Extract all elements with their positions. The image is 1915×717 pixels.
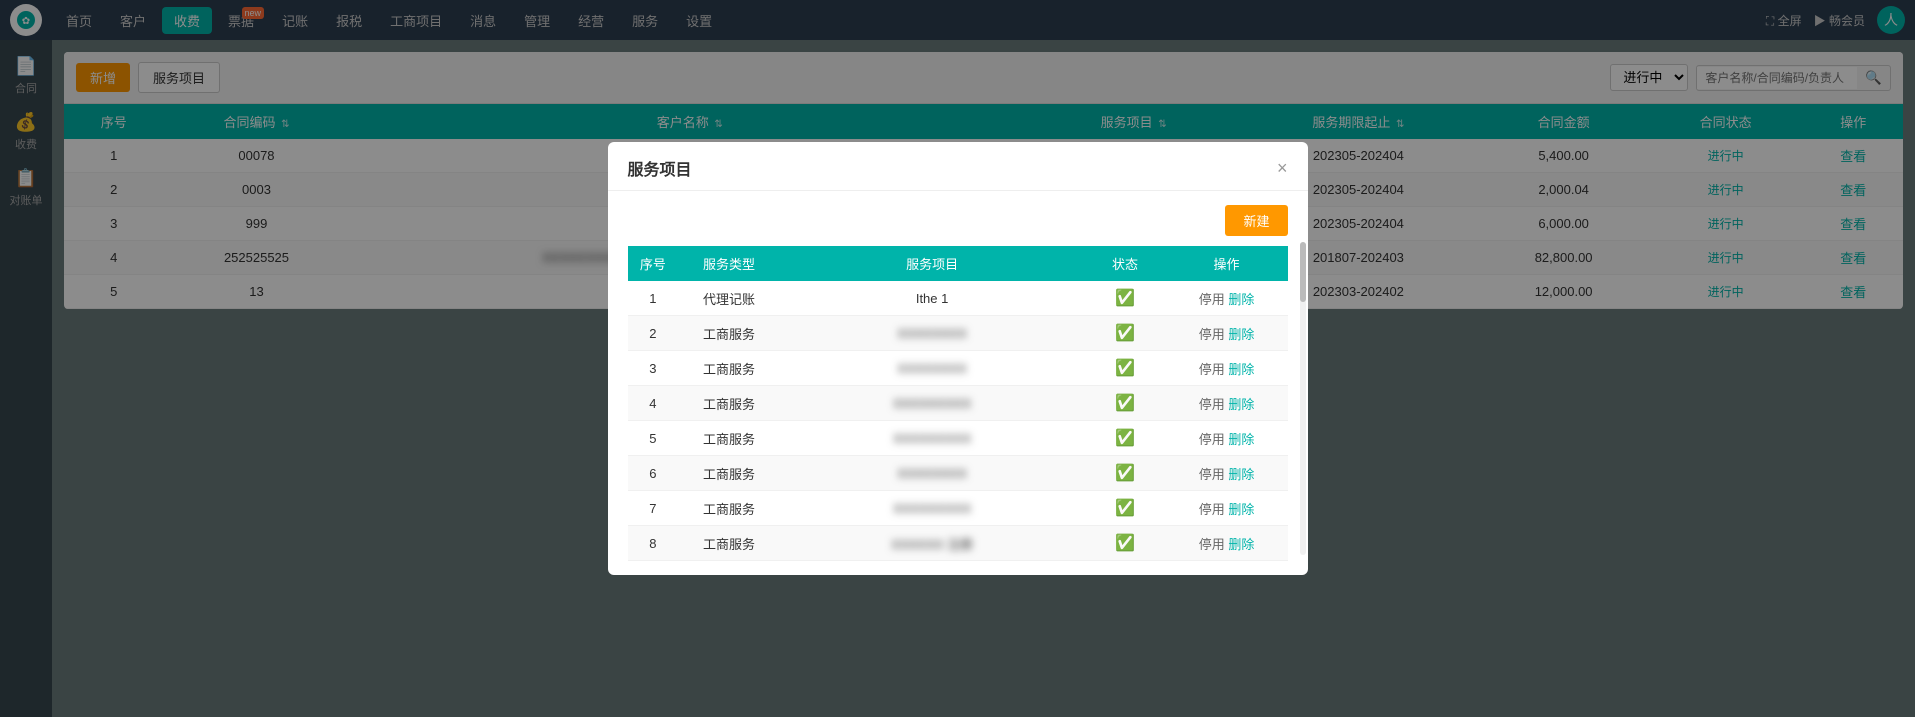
modal-cell-seq: 7 bbox=[628, 491, 679, 526]
modal-cell-action: 停用 删除 bbox=[1166, 386, 1288, 421]
delete-button[interactable]: 删除 bbox=[1228, 394, 1254, 413]
modal-cell-seq: 2 bbox=[628, 316, 679, 351]
stop-button[interactable]: 停用 bbox=[1199, 534, 1225, 553]
modal-overlay[interactable]: 服务项目 × 新建 序号 服务类型 服务项目 状态 操作 1 bbox=[0, 0, 1915, 717]
modal-cell-action: 停用 删除 bbox=[1166, 316, 1288, 351]
modal-cell-status: ✅ bbox=[1084, 351, 1165, 386]
modal-cell-status: ✅ bbox=[1084, 316, 1165, 351]
stop-button[interactable]: 停用 bbox=[1199, 394, 1225, 413]
modal-cell-type: 工商服务 bbox=[678, 526, 780, 561]
modal-th-status: 状态 bbox=[1084, 246, 1165, 281]
list-item: 4 工商服务 XXXXXXXXX ✅ 停用 删除 bbox=[628, 386, 1288, 421]
delete-button[interactable]: 删除 bbox=[1228, 289, 1254, 308]
status-check-icon: ✅ bbox=[1115, 395, 1135, 412]
modal-cell-item: XXXXXXXXX bbox=[780, 421, 1085, 456]
stop-button[interactable]: 停用 bbox=[1199, 289, 1225, 308]
modal-cell-item: XXXXXX 注册 bbox=[780, 526, 1085, 561]
delete-button[interactable]: 删除 bbox=[1228, 429, 1254, 448]
modal-cell-status: ✅ bbox=[1084, 526, 1165, 561]
list-item: 6 工商服务 XXXXXXXX ✅ 停用 删除 bbox=[628, 456, 1288, 491]
modal-cell-type: 工商服务 bbox=[678, 386, 780, 421]
modal-table: 序号 服务类型 服务项目 状态 操作 1 代理记账 Ithe 1 ✅ 停用 删除… bbox=[628, 246, 1288, 561]
modal-cell-type: 工商服务 bbox=[678, 421, 780, 456]
modal-title: 服务项目 bbox=[628, 156, 692, 180]
list-item: 5 工商服务 XXXXXXXXX ✅ 停用 删除 bbox=[628, 421, 1288, 456]
list-item: 3 工商服务 XXXXXXXX ✅ 停用 删除 bbox=[628, 351, 1288, 386]
modal-cell-seq: 1 bbox=[628, 281, 679, 316]
modal-cell-type: 工商服务 bbox=[678, 351, 780, 386]
modal-body: 新建 序号 服务类型 服务项目 状态 操作 1 代理记账 Ithe 1 ✅ bbox=[608, 191, 1308, 575]
stop-button[interactable]: 停用 bbox=[1199, 324, 1225, 343]
modal-toolbar: 新建 bbox=[628, 205, 1288, 236]
modal-cell-status: ✅ bbox=[1084, 456, 1165, 491]
modal-cell-item: XXXXXXXX bbox=[780, 316, 1085, 351]
modal-cell-seq: 4 bbox=[628, 386, 679, 421]
stop-button[interactable]: 停用 bbox=[1199, 359, 1225, 378]
modal-cell-type: 工商服务 bbox=[678, 456, 780, 491]
modal-scrollbar[interactable] bbox=[1300, 242, 1306, 555]
modal-header: 服务项目 × bbox=[608, 142, 1308, 191]
status-check-icon: ✅ bbox=[1115, 430, 1135, 447]
modal-cell-status: ✅ bbox=[1084, 491, 1165, 526]
modal-th-seq: 序号 bbox=[628, 246, 679, 281]
modal-cell-status: ✅ bbox=[1084, 386, 1165, 421]
modal-cell-action: 停用 删除 bbox=[1166, 281, 1288, 316]
modal-th-type: 服务类型 bbox=[678, 246, 780, 281]
modal-cell-seq: 8 bbox=[628, 526, 679, 561]
status-check-icon: ✅ bbox=[1115, 290, 1135, 307]
list-item: 7 工商服务 XXXXXXXXX ✅ 停用 删除 bbox=[628, 491, 1288, 526]
delete-button[interactable]: 删除 bbox=[1228, 534, 1254, 553]
modal-cell-seq: 6 bbox=[628, 456, 679, 491]
modal-cell-seq: 5 bbox=[628, 421, 679, 456]
scrollbar-track bbox=[1300, 242, 1306, 555]
modal-cell-action: 停用 删除 bbox=[1166, 526, 1288, 561]
modal-cell-type: 工商服务 bbox=[678, 491, 780, 526]
modal-cell-seq: 3 bbox=[628, 351, 679, 386]
modal-cell-type: 工商服务 bbox=[678, 316, 780, 351]
modal-cell-item: XXXXXXXX bbox=[780, 351, 1085, 386]
status-check-icon: ✅ bbox=[1115, 535, 1135, 552]
modal-cell-action: 停用 删除 bbox=[1166, 421, 1288, 456]
modal-new-button[interactable]: 新建 bbox=[1225, 205, 1287, 236]
modal-th-item: 服务项目 bbox=[780, 246, 1085, 281]
status-check-icon: ✅ bbox=[1115, 500, 1135, 517]
service-modal: 服务项目 × 新建 序号 服务类型 服务项目 状态 操作 1 bbox=[608, 142, 1308, 575]
list-item: 8 工商服务 XXXXXX 注册 ✅ 停用 删除 bbox=[628, 526, 1288, 561]
modal-close-button[interactable]: × bbox=[1277, 159, 1288, 177]
modal-cell-item: XXXXXXXXX bbox=[780, 491, 1085, 526]
delete-button[interactable]: 删除 bbox=[1228, 464, 1254, 483]
delete-button[interactable]: 删除 bbox=[1228, 324, 1254, 343]
modal-header-row: 序号 服务类型 服务项目 状态 操作 bbox=[628, 246, 1288, 281]
modal-cell-type: 代理记账 bbox=[678, 281, 780, 316]
list-item: 1 代理记账 Ithe 1 ✅ 停用 删除 bbox=[628, 281, 1288, 316]
modal-cell-item: Ithe 1 bbox=[780, 281, 1085, 316]
modal-table-body: 1 代理记账 Ithe 1 ✅ 停用 删除 2 工商服务 XXXXXXXX ✅ … bbox=[628, 281, 1288, 561]
modal-cell-status: ✅ bbox=[1084, 421, 1165, 456]
stop-button[interactable]: 停用 bbox=[1199, 464, 1225, 483]
modal-cell-action: 停用 删除 bbox=[1166, 456, 1288, 491]
modal-cell-action: 停用 删除 bbox=[1166, 351, 1288, 386]
modal-th-action: 操作 bbox=[1166, 246, 1288, 281]
delete-button[interactable]: 删除 bbox=[1228, 359, 1254, 378]
stop-button[interactable]: 停用 bbox=[1199, 429, 1225, 448]
list-item: 2 工商服务 XXXXXXXX ✅ 停用 删除 bbox=[628, 316, 1288, 351]
stop-button[interactable]: 停用 bbox=[1199, 499, 1225, 518]
modal-cell-status: ✅ bbox=[1084, 281, 1165, 316]
modal-cell-item: XXXXXXXX bbox=[780, 456, 1085, 491]
status-check-icon: ✅ bbox=[1115, 465, 1135, 482]
modal-cell-item: XXXXXXXXX bbox=[780, 386, 1085, 421]
scrollbar-thumb[interactable] bbox=[1300, 242, 1306, 302]
status-check-icon: ✅ bbox=[1115, 325, 1135, 342]
modal-cell-action: 停用 删除 bbox=[1166, 491, 1288, 526]
delete-button[interactable]: 删除 bbox=[1228, 499, 1254, 518]
status-check-icon: ✅ bbox=[1115, 360, 1135, 377]
